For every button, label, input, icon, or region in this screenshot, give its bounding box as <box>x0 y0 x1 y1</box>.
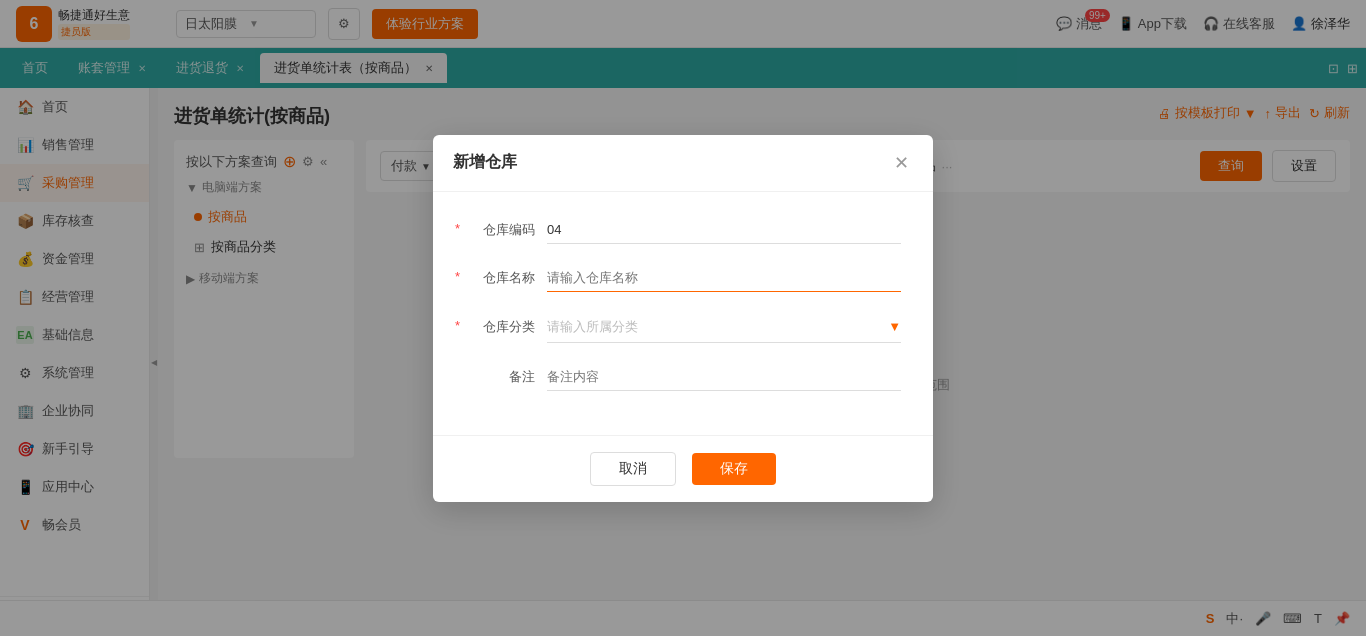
category-select[interactable]: 请输入所属分类 ▼ <box>547 312 901 343</box>
form-row-code: 仓库编码 <box>465 216 901 244</box>
name-label: 仓库名称 <box>465 269 535 287</box>
category-label: 仓库分类 <box>465 318 535 336</box>
form-row-name: 仓库名称 <box>465 264 901 292</box>
modal-header: 新增仓库 ✕ <box>433 135 933 192</box>
modal-overlay[interactable]: 新增仓库 ✕ 仓库编码 仓库名称 仓库分类 请输入所属分类 ▼ <box>0 0 1366 636</box>
save-button[interactable]: 保存 <box>692 453 776 485</box>
form-row-category: 仓库分类 请输入所属分类 ▼ <box>465 312 901 343</box>
remark-label: 备注 <box>465 368 535 386</box>
modal-footer: 取消 保存 <box>433 435 933 502</box>
code-label: 仓库编码 <box>465 221 535 239</box>
chevron-down-icon: ▼ <box>888 319 901 334</box>
modal-close-button[interactable]: ✕ <box>889 151 913 175</box>
form-row-remark: 备注 <box>465 363 901 391</box>
modal-body: 仓库编码 仓库名称 仓库分类 请输入所属分类 ▼ 备注 <box>433 192 933 435</box>
remark-input[interactable] <box>547 363 901 391</box>
name-input[interactable] <box>547 264 901 292</box>
modal-title: 新增仓库 <box>453 152 517 173</box>
cancel-button[interactable]: 取消 <box>590 452 676 486</box>
add-warehouse-modal: 新增仓库 ✕ 仓库编码 仓库名称 仓库分类 请输入所属分类 ▼ <box>433 135 933 502</box>
code-input[interactable] <box>547 216 901 244</box>
